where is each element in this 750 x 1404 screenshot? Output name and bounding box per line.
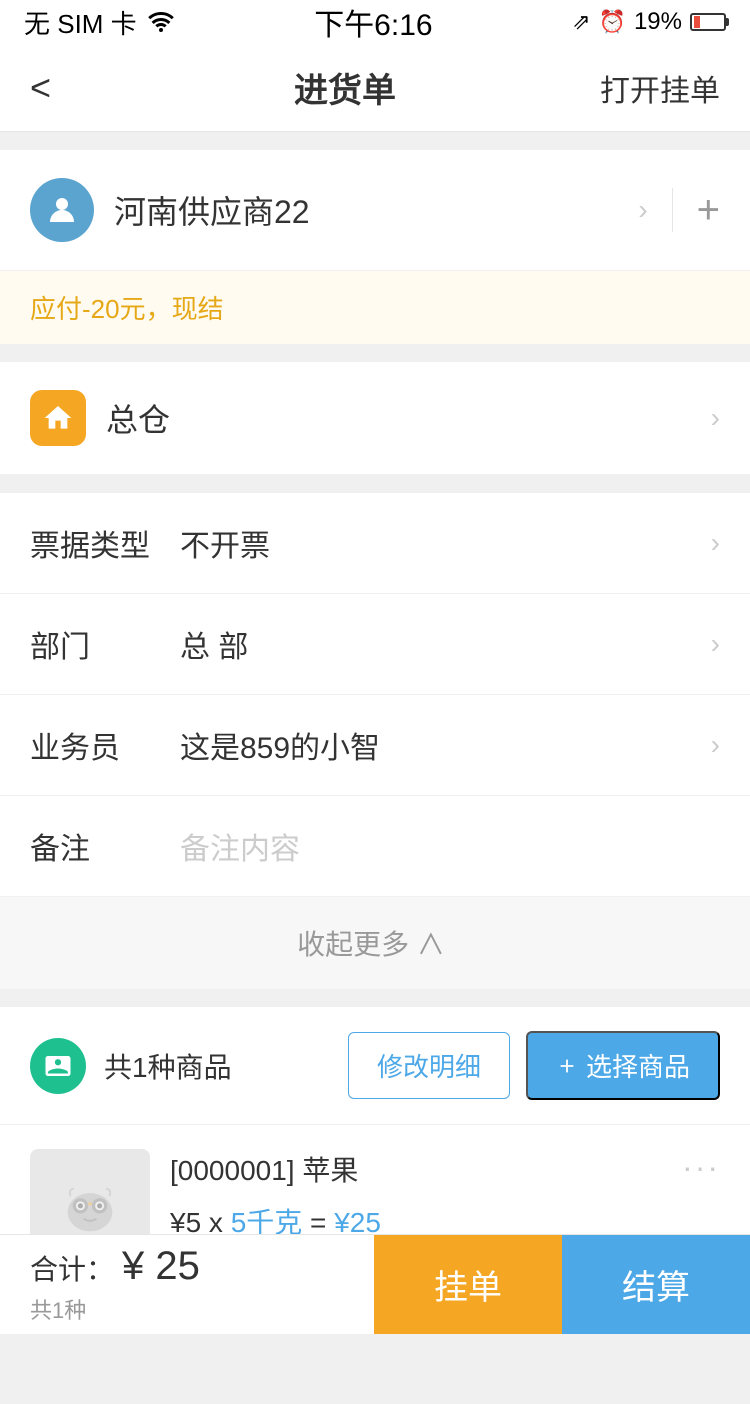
status-time: 下午6:16 xyxy=(314,0,432,44)
salesperson-label: 业务员 xyxy=(30,723,170,767)
status-left: 无 SIM 卡 xyxy=(24,4,175,41)
warehouse-icon xyxy=(42,402,74,434)
battery-tip xyxy=(726,18,729,26)
nav-bar: < 进货单 打开挂单 xyxy=(0,44,750,132)
status-bar: 无 SIM 卡 下午6:16 ⇗ ⏰ 19% xyxy=(0,0,750,44)
section-divider-1 xyxy=(0,132,750,150)
department-label: 部门 xyxy=(30,622,170,666)
form-section: 票据类型 不开票 › 部门 总 部 › 业务员 这是859的小智 › 备注 备注… xyxy=(0,493,750,897)
section-divider-2 xyxy=(0,344,750,362)
collapse-button[interactable]: 收起更多 ∧ xyxy=(0,897,750,989)
department-chevron-icon: › xyxy=(711,628,720,660)
open-pending-button[interactable]: 打开挂单 xyxy=(600,66,720,110)
page-title: 进货单 xyxy=(294,63,396,112)
bottom-bar: 合计： ¥ 25 共1种 挂单 结算 xyxy=(0,1234,750,1334)
invoice-type-label: 票据类型 xyxy=(30,521,170,565)
owl-placeholder-icon xyxy=(58,1177,122,1241)
total-label: 合计： xyxy=(30,1248,114,1288)
invoice-type-chevron-icon: › xyxy=(711,527,720,559)
warehouse-row[interactable]: 总仓 › xyxy=(0,362,750,475)
battery-percent: 19% xyxy=(634,8,682,36)
remark-value[interactable]: 备注内容 xyxy=(170,824,720,868)
supplier-avatar-icon xyxy=(44,192,80,228)
warehouse-name: 总仓 xyxy=(106,395,711,441)
total-sub: 共1种 xyxy=(30,1293,344,1325)
remark-row[interactable]: 备注 备注内容 xyxy=(0,796,750,897)
supplier-section: 河南供应商22 › + 应付-20元，现结 xyxy=(0,150,750,344)
total-amount: ¥ 25 xyxy=(122,1244,200,1289)
product-menu-button[interactable]: ··· xyxy=(682,1149,720,1186)
product-info: [0000001] 苹果 ¥5 x 5千克 = ¥25 xyxy=(170,1149,662,1241)
select-product-label: 选择商品 xyxy=(586,1047,690,1084)
product-count: 共1种商品 xyxy=(104,1046,348,1086)
remark-label: 备注 xyxy=(30,824,170,868)
wifi-icon xyxy=(147,12,175,32)
select-product-button[interactable]: 选择商品 xyxy=(526,1031,720,1100)
modify-detail-button[interactable]: 修改明细 xyxy=(348,1032,510,1099)
location-icon: ⇗ xyxy=(572,9,590,35)
warehouse-chevron-icon: › xyxy=(711,402,720,434)
supplier-vertical-divider xyxy=(672,188,673,232)
invoice-type-value: 不开票 xyxy=(170,521,711,565)
product-icon-wrap xyxy=(30,1038,86,1094)
invoice-type-row[interactable]: 票据类型 不开票 › xyxy=(0,493,750,594)
supplier-name: 河南供应商22 xyxy=(114,187,638,233)
add-button[interactable]: + xyxy=(697,188,720,233)
carrier-text: 无 SIM 卡 xyxy=(24,4,137,41)
hang-button[interactable]: 挂单 xyxy=(374,1235,562,1334)
salesperson-chevron-icon: › xyxy=(711,729,720,761)
salesperson-row[interactable]: 业务员 这是859的小智 › xyxy=(0,695,750,796)
notice-banner: 应付-20元，现结 xyxy=(0,271,750,344)
battery-fill xyxy=(694,16,700,28)
supplier-row[interactable]: 河南供应商22 › + xyxy=(0,150,750,271)
product-header: 共1种商品 修改明细 选择商品 xyxy=(0,1007,750,1125)
status-right: ⇗ ⏰ 19% xyxy=(572,8,726,36)
collapse-label: 收起更多 ∧ xyxy=(297,923,445,963)
select-product-icon xyxy=(556,1055,578,1077)
salesperson-value: 这是859的小智 xyxy=(170,723,711,767)
back-button[interactable]: < xyxy=(30,67,90,109)
checkout-button[interactable]: 结算 xyxy=(562,1235,750,1334)
supplier-avatar xyxy=(30,178,94,242)
product-icon xyxy=(43,1051,73,1081)
alarm-icon: ⏰ xyxy=(599,9,626,35)
total-amount-row: 合计： ¥ 25 xyxy=(30,1244,344,1289)
warehouse-icon-wrap xyxy=(30,390,86,446)
battery-icon xyxy=(690,13,726,31)
supplier-chevron-icon: › xyxy=(638,194,647,226)
department-row[interactable]: 部门 总 部 › xyxy=(0,594,750,695)
total-section: 合计： ¥ 25 共1种 xyxy=(0,1235,374,1334)
department-value: 总 部 xyxy=(170,622,711,666)
product-name: [0000001] 苹果 xyxy=(170,1149,662,1189)
